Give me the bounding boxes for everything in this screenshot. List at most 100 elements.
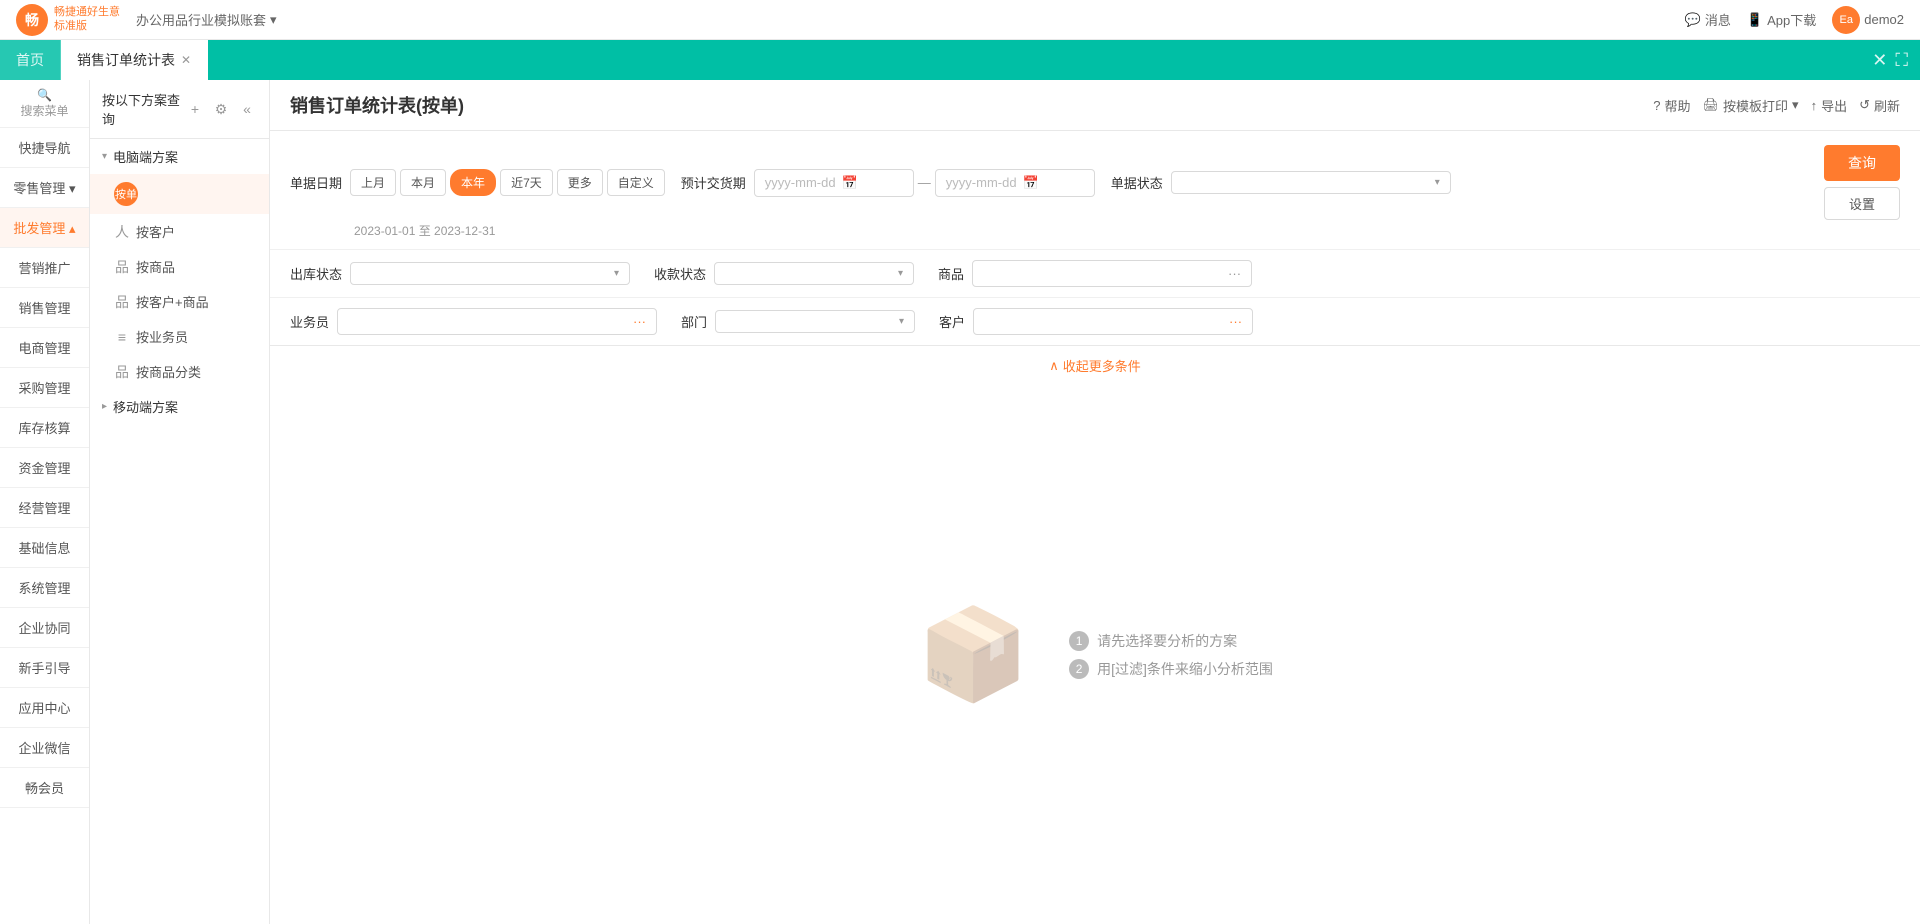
sidebar-item-enterprise[interactable]: 企业协同 <box>0 608 89 648</box>
scheme-group-arrow-pc: ▾ <box>102 151 107 162</box>
finance-label: 资金管理 <box>18 461 70 476</box>
collapse-scheme-button[interactable]: « <box>237 99 257 119</box>
date-btn-this-month[interactable]: 本月 <box>400 169 446 196</box>
sidebar-item-newbie[interactable]: 新手引导 <box>0 648 89 688</box>
dept-select[interactable]: ▾ <box>715 310 915 333</box>
customer-label: 客户 <box>939 312 965 331</box>
sidebar-item-retail[interactable]: 零售管理 ▾ <box>0 168 89 208</box>
scheme-item-by-category[interactable]: 品 按商品分类 <box>90 354 269 389</box>
print-label: 按模板打印 <box>1723 96 1788 115</box>
scheme-item-by-customer[interactable]: 人 按客户 <box>90 214 269 249</box>
close-window-icon[interactable]: ✕ <box>1872 50 1887 71</box>
tab-home[interactable]: 首页 <box>0 40 61 80</box>
date-btn-this-year[interactable]: 本年 <box>450 169 496 196</box>
print-arrow-icon: ▾ <box>1792 97 1799 113</box>
goods-select[interactable]: ··· <box>972 260 1252 287</box>
customer-goods-icon: 品 <box>114 294 130 310</box>
scheme-item-by-salesperson-label: 按业务员 <box>136 327 188 346</box>
user-profile[interactable]: Ea demo2 <box>1832 6 1904 34</box>
sidebar-item-operations[interactable]: 经营管理 <box>0 488 89 528</box>
help-icon: ? <box>1653 98 1660 113</box>
main-layout: 🔍 搜索菜单 快捷导航 零售管理 ▾ 批发管理 ▴ 营销推广 销售管理 电商管理… <box>0 80 1920 924</box>
user-name: demo2 <box>1864 12 1904 27</box>
sidebar-item-finance[interactable]: 资金管理 <box>0 448 89 488</box>
payment-status-select[interactable]: ▾ <box>714 262 914 285</box>
sidebar-item-wechat[interactable]: 企业微信 <box>0 728 89 768</box>
export-label: 导出 <box>1821 96 1847 115</box>
scheme-item-by-goods[interactable]: 品 按商品 <box>90 249 269 284</box>
sidebar-item-system[interactable]: 系统管理 <box>0 568 89 608</box>
date-btn-last-month[interactable]: 上月 <box>350 169 396 196</box>
message-icon: 💬 <box>1685 12 1701 28</box>
add-scheme-button[interactable]: + <box>185 99 205 119</box>
sidebar-item-apps[interactable]: 应用中心 <box>0 688 89 728</box>
ship-status-group: 出库状态 ▾ <box>290 262 630 285</box>
print-button[interactable]: 🖨 按模板打印 ▾ <box>1703 96 1799 115</box>
customer-select[interactable]: ··· <box>973 308 1253 335</box>
app-selector[interactable]: 办公用品行业模拟账套 ▾ <box>128 6 285 33</box>
refresh-button[interactable]: ↺ 刷新 <box>1859 96 1900 115</box>
action-buttons: 查询 设置 <box>1824 145 1900 220</box>
scheme-item-by-category-label: 按商品分类 <box>136 362 201 381</box>
settings-scheme-button[interactable]: ⚙ <box>211 99 231 119</box>
message-button[interactable]: 💬 消息 <box>1685 10 1731 29</box>
scheme-group-header-mobile[interactable]: ▸ 移动端方案 <box>90 389 269 424</box>
settings-button[interactable]: 设置 <box>1824 187 1900 220</box>
help-button[interactable]: ? 帮助 <box>1653 96 1690 115</box>
sidebar-item-vip[interactable]: 畅会员 <box>0 768 89 808</box>
scheme-group-arrow-mobile: ▸ <box>102 401 107 412</box>
sidebar-item-ecommerce[interactable]: 电商管理 <box>0 328 89 368</box>
sidebar-item-search[interactable]: 🔍 搜索菜单 <box>0 80 89 128</box>
content-area: 按以下方案查询 + ⚙ « ▾ 电脑端方案 按单 人 按客户 <box>90 80 1920 924</box>
retail-label: 零售管理 <box>13 181 65 196</box>
date-end-input[interactable]: yyyy-mm-dd 📅 <box>935 169 1095 197</box>
app-download-button[interactable]: 📱 App下载 <box>1747 10 1816 29</box>
collapse-icon: ∧ <box>1049 358 1059 374</box>
hint-2-text: 用[过滤]条件来缩小分析范围 <box>1097 659 1273 679</box>
date-label: 单据日期 <box>290 173 342 192</box>
empty-hint-1: 1 请先选择要分析的方案 <box>1069 631 1273 651</box>
scheme-group-header-pc[interactable]: ▾ 电脑端方案 <box>90 139 269 174</box>
sidebar-item-sales[interactable]: 销售管理 <box>0 288 89 328</box>
export-button[interactable]: ↑ 导出 <box>1811 96 1848 115</box>
tab-sales-stat[interactable]: 销售订单统计表 ✕ <box>61 40 208 80</box>
collapse-button[interactable]: ∧ 收起更多条件 <box>270 345 1920 385</box>
sidebar-item-inventory[interactable]: 库存核算 <box>0 408 89 448</box>
salesperson-dots[interactable]: ··· <box>633 314 646 329</box>
salesperson-select[interactable]: ··· <box>337 308 657 335</box>
date-start-input[interactable]: yyyy-mm-dd 📅 <box>754 169 914 197</box>
sidebar-item-quick-nav[interactable]: 快捷导航 <box>0 128 89 168</box>
chevron-down-icon: ▾ <box>270 12 277 28</box>
sidebar-item-wholesale[interactable]: 批发管理 ▴ <box>0 208 89 248</box>
salesperson-group: 业务员 ··· <box>290 308 657 335</box>
ship-status-chevron-icon: ▾ <box>614 268 619 279</box>
scheme-item-by-customer-goods[interactable]: 品 按客户+商品 <box>90 284 269 319</box>
purchase-label: 采购管理 <box>18 381 70 396</box>
wholesale-label: 批发管理 <box>13 221 65 236</box>
fullscreen-icon[interactable]: ⛶ <box>1895 50 1908 71</box>
scheme-item-by-order[interactable]: 按单 <box>90 174 269 214</box>
scheme-item-by-salesperson[interactable]: ≡ 按业务员 <box>90 319 269 354</box>
empty-state: 📦 1 请先选择要分析的方案 2 用[过滤]条件来缩小分析 <box>270 385 1920 924</box>
status-select[interactable]: ▾ <box>1171 171 1451 194</box>
sidebar: 🔍 搜索菜单 快捷导航 零售管理 ▾ 批发管理 ▴ 营销推广 销售管理 电商管理… <box>0 80 90 924</box>
scheme-panel: 按以下方案查询 + ⚙ « ▾ 电脑端方案 按单 人 按客户 <box>90 80 270 924</box>
sidebar-item-basic[interactable]: 基础信息 <box>0 528 89 568</box>
date-btn-custom[interactable]: 自定义 <box>607 169 665 196</box>
date-range-text: 2023-01-01 至 2023-12-31 <box>354 222 495 239</box>
sidebar-item-purchase[interactable]: 采购管理 <box>0 368 89 408</box>
customer-dots[interactable]: ··· <box>1229 314 1242 329</box>
date-btn-more[interactable]: 更多 <box>557 169 603 196</box>
tab-close-icon[interactable]: ✕ <box>181 53 191 67</box>
date-btn-last-7days[interactable]: 近7天 <box>500 169 553 196</box>
sidebar-item-marketing[interactable]: 营销推广 <box>0 248 89 288</box>
query-button[interactable]: 查询 <box>1824 145 1900 181</box>
logo-text: 畅捷通好生意 标准版 <box>54 6 120 32</box>
goods-dots[interactable]: ··· <box>1228 266 1241 281</box>
wechat-label: 企业微信 <box>18 741 70 756</box>
date-end-placeholder: yyyy-mm-dd <box>946 175 1017 190</box>
ship-status-select[interactable]: ▾ <box>350 262 630 285</box>
system-label: 系统管理 <box>18 581 70 596</box>
avatar: Ea <box>1832 6 1860 34</box>
empty-content: 📦 1 请先选择要分析的方案 2 用[过滤]条件来缩小分析 <box>917 602 1273 707</box>
